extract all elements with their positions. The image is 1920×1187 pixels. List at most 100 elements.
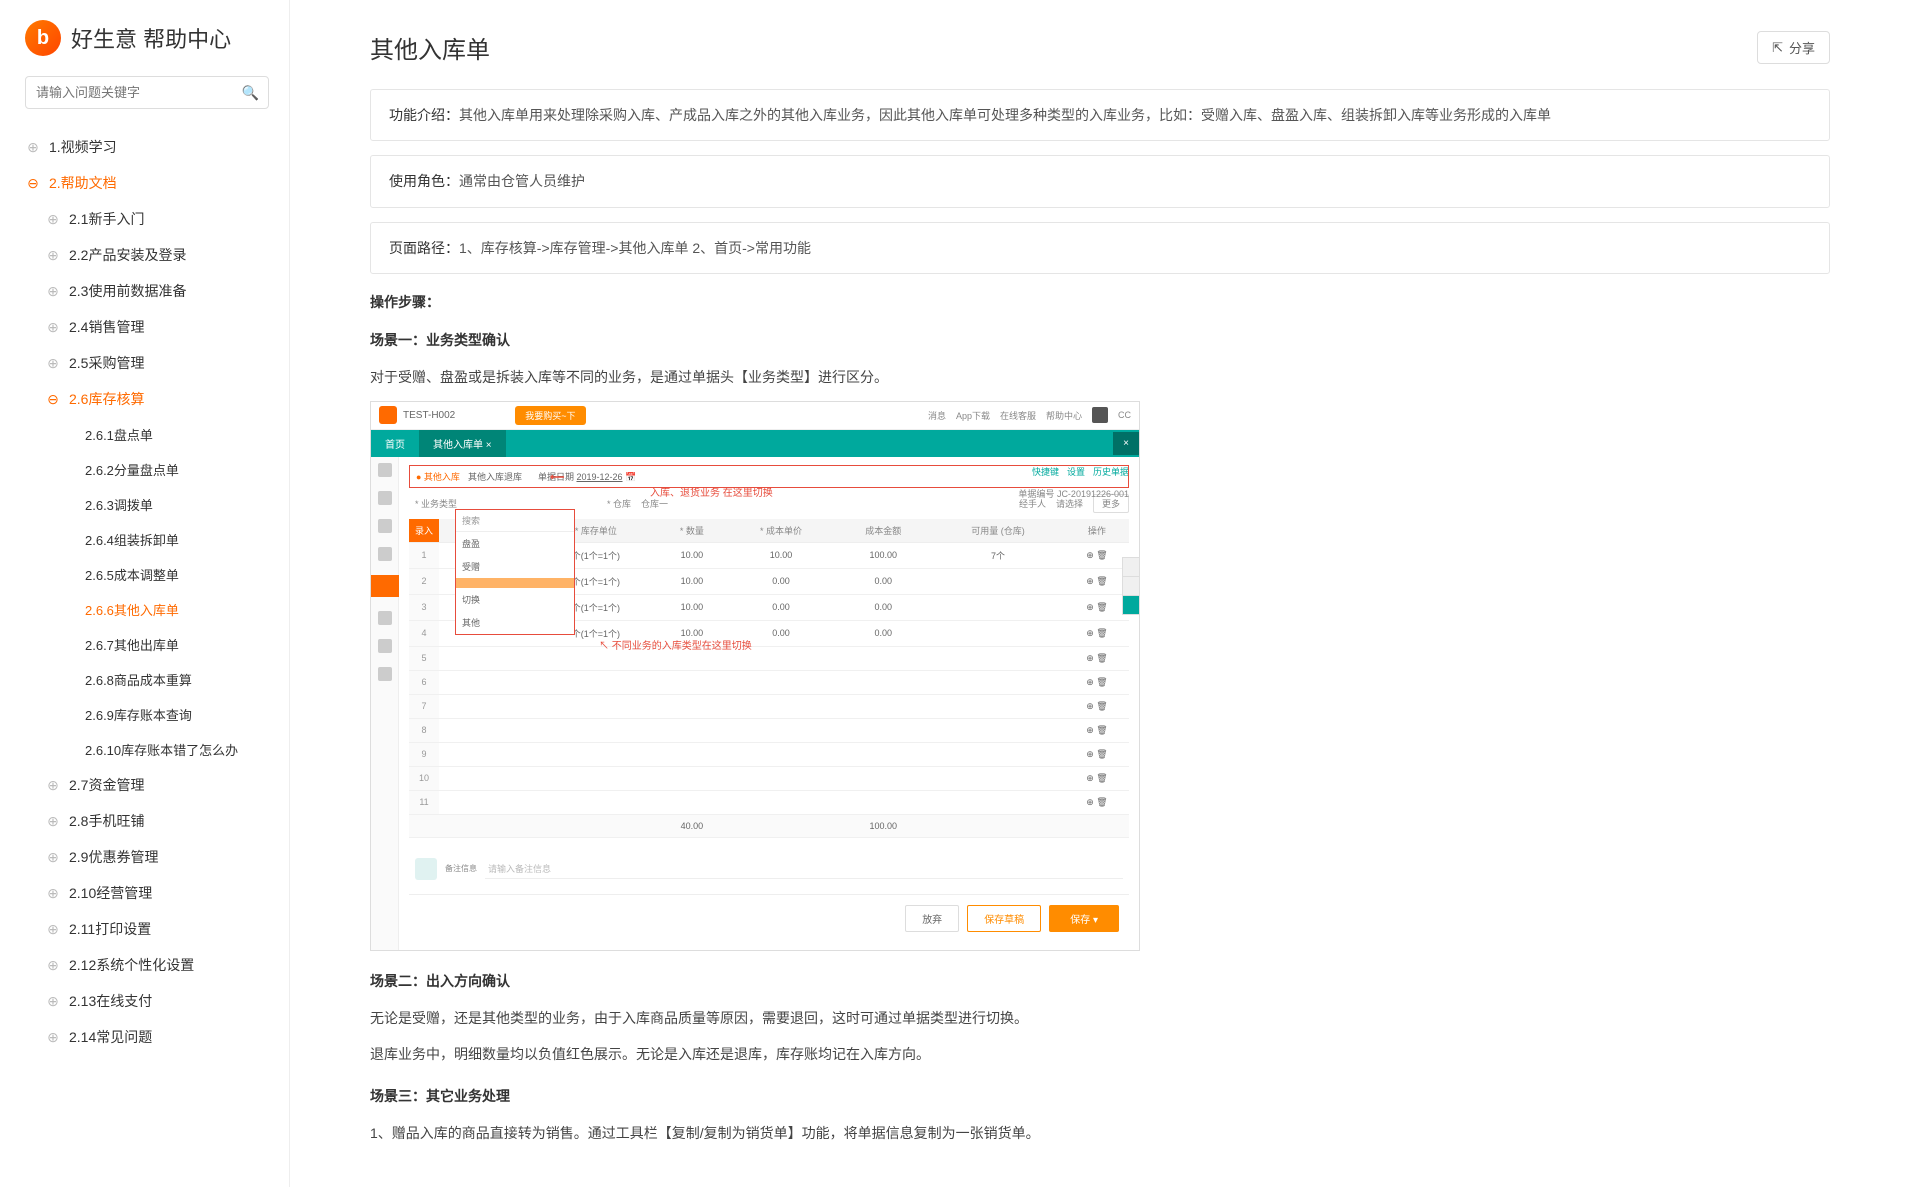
scene2-text2: 退库业务中，明细数量均以负值红色展示。无论是入库还是退库，库存账均记在入库方向。 xyxy=(370,1041,1830,1068)
table-row[interactable]: 10⊕ 🗑 xyxy=(409,766,1129,790)
nav-docs[interactable]: ⊖2.帮助文档 xyxy=(25,165,269,201)
nav-label: 2.9优惠券管理 xyxy=(69,847,158,867)
table-row[interactable]: 11⊕ 🗑 xyxy=(409,790,1129,814)
nav-2-3[interactable]: ⊕2.3使用前数据准备 xyxy=(45,273,269,309)
ss-tool-icon[interactable] xyxy=(1122,595,1140,615)
ss-nav-icon[interactable] xyxy=(378,463,392,477)
nav-label: 2.5采购管理 xyxy=(69,353,144,373)
plus-icon: ⊕ xyxy=(45,957,61,973)
nav-2-9[interactable]: ⊕2.9优惠券管理 xyxy=(45,839,269,875)
scene3-text: 1、赠品入库的商品直接转为销售。通过工具栏【复制/复制为销货单】功能，将单据信息… xyxy=(370,1120,1830,1147)
ss-buy-button[interactable]: 我要购买~下 xyxy=(515,406,585,425)
plus-icon: ⊕ xyxy=(45,1029,61,1045)
ss-dd-item[interactable]: 盘盈 xyxy=(456,532,574,555)
table-sum-row: 40.00100.00 xyxy=(409,814,1129,837)
ss-tab-current[interactable]: 其他入库单 × xyxy=(419,430,506,457)
intro-box: 功能介绍：其他入库单用来处理除采购入库、产成品入库之外的其他入库业务，因此其他入… xyxy=(370,89,1830,141)
nav-2-6-3[interactable]: 2.6.3调拨单 xyxy=(85,487,269,522)
nav-2-6-5[interactable]: 2.6.5成本调整单 xyxy=(85,557,269,592)
ss-avatar-icon[interactable] xyxy=(1092,407,1108,423)
nav-label: 2.8手机旺铺 xyxy=(69,811,144,831)
ss-top-links: 消息 App下载 在线客服 帮助中心 CC xyxy=(928,407,1131,423)
plus-icon: ⊕ xyxy=(45,813,61,829)
search-icon[interactable]: 🔍 xyxy=(242,84,259,101)
minus-icon: ⊖ xyxy=(25,175,41,191)
nav-2-6-9[interactable]: 2.6.9库存账本查询 xyxy=(85,697,269,732)
ss-link-service[interactable]: 在线客服 xyxy=(1000,409,1036,422)
ss-nav-icon-active[interactable] xyxy=(371,575,399,597)
nav-2-6-10[interactable]: 2.6.10库存账本错了怎么办 xyxy=(85,732,269,767)
th: 录入 xyxy=(409,519,439,543)
nav-2-7[interactable]: ⊕2.7资金管理 xyxy=(45,767,269,803)
ss-nav-icon[interactable] xyxy=(378,611,392,625)
nav-video[interactable]: ⊕1.视频学习 xyxy=(25,129,269,165)
ss-link-msg[interactable]: 消息 xyxy=(928,409,946,422)
table-row[interactable]: 6⊕ 🗑 xyxy=(409,670,1129,694)
nav-2-6-1[interactable]: 2.6.1盘点单 xyxy=(85,417,269,452)
ss-nav-icon[interactable] xyxy=(378,547,392,561)
ss-nav-icon[interactable] xyxy=(378,639,392,653)
nav-2-14[interactable]: ⊕2.14常见问题 xyxy=(45,1019,269,1055)
nav-label: 2.2产品安装及登录 xyxy=(69,245,186,265)
ss-radio-return[interactable]: 其他入库退库 xyxy=(468,470,522,483)
ss-draft-button[interactable]: 保存草稿 xyxy=(967,905,1041,932)
nav-2-2[interactable]: ⊕2.2产品安装及登录 xyxy=(45,237,269,273)
nav-label: 2.4销售管理 xyxy=(69,317,144,337)
ss-remark-input[interactable]: 请输入备注信息 xyxy=(485,859,1123,879)
nav-2-6-6[interactable]: 2.6.6其他入库单 xyxy=(85,592,269,627)
ss-tool-icon[interactable] xyxy=(1122,576,1140,596)
ss-tab-home[interactable]: 首页 xyxy=(371,430,419,457)
ss-cancel-button[interactable]: 放弃 xyxy=(905,905,959,932)
nav-2-10[interactable]: ⊕2.10经营管理 xyxy=(45,875,269,911)
ss-tool-icon[interactable] xyxy=(1122,557,1140,577)
nav-label: 2.6.2分量盘点单 xyxy=(85,460,179,479)
nav-label: 2.6.9库存账本查询 xyxy=(85,705,192,724)
ss-nav-icon[interactable] xyxy=(378,667,392,681)
scene2-text1: 无论是受赠，还是其他类型的业务，由于入库商品质量等原因，需要退回，这时可通过单据… xyxy=(370,1005,1830,1032)
ss-dd-item[interactable]: 其他 xyxy=(456,611,574,634)
table-row[interactable]: 5⊕ 🗑 xyxy=(409,646,1129,670)
share-label: 分享 xyxy=(1789,38,1815,57)
nav-label: 2.13在线支付 xyxy=(69,991,152,1011)
ss-link-help[interactable]: 帮助中心 xyxy=(1046,409,1082,422)
nav-2-6-7[interactable]: 2.6.7其他出库单 xyxy=(85,627,269,662)
table-row[interactable]: 9⊕ 🗑 xyxy=(409,742,1129,766)
ss-date-value[interactable]: 2019-12-26 xyxy=(576,472,622,482)
ss-footer: 放弃 保存草稿 保存 ▾ xyxy=(409,894,1129,942)
ss-dd-item[interactable]: 切换 xyxy=(456,588,574,611)
table-row[interactable]: 7⊕ 🗑 xyxy=(409,694,1129,718)
nav-2-12[interactable]: ⊕2.12系统个性化设置 xyxy=(45,947,269,983)
ss-biztype-label: * 业务类型 xyxy=(415,497,457,510)
share-button[interactable]: ⇱ 分享 xyxy=(1757,31,1830,64)
ss-nav-icon[interactable] xyxy=(378,491,392,505)
nav-2-6-4[interactable]: 2.6.4组装拆卸单 xyxy=(85,522,269,557)
nav-label: 2.6.4组装拆卸单 xyxy=(85,530,179,549)
search-input[interactable] xyxy=(25,76,269,109)
nav-2-4[interactable]: ⊕ 2.4销售管理 xyxy=(45,309,269,345)
ss-tab-close-icon[interactable]: × xyxy=(1113,432,1139,455)
ss-dd-item-active[interactable] xyxy=(456,578,574,588)
ss-biztype-dropdown[interactable]: 搜索 盘盈 受赠 切换 其他 xyxy=(455,509,575,635)
nav-2-11[interactable]: ⊕2.11打印设置 xyxy=(45,911,269,947)
nav-2-8[interactable]: ⊕ 2.8手机旺铺 xyxy=(45,803,269,839)
nav-2-13[interactable]: ⊕2.13在线支付 xyxy=(45,983,269,1019)
th: 可用量 (仓库) xyxy=(931,519,1065,543)
nav-label: 2.6.3调拨单 xyxy=(85,495,153,514)
ss-radio-in[interactable]: ● 其他入库 xyxy=(416,470,460,483)
intro-text: 其他入库单用来处理除采购入库、产成品入库之外的其他入库业务，因此其他入库单可处理… xyxy=(459,107,1551,123)
ss-nav-icon[interactable] xyxy=(378,519,392,533)
nav-2-6-8[interactable]: 2.6.8商品成本重算 xyxy=(85,662,269,697)
ss-save-button[interactable]: 保存 ▾ xyxy=(1049,905,1119,932)
share-icon: ⇱ xyxy=(1772,40,1783,56)
table-row[interactable]: 8⊕ 🗑 xyxy=(409,718,1129,742)
plus-icon: ⊕ xyxy=(45,319,61,335)
ss-dd-search[interactable]: 搜索 xyxy=(456,510,574,532)
nav-2-1[interactable]: ⊕2.1新手入门 xyxy=(45,201,269,237)
main-header: 其他入库单 ⇱分享 xyxy=(370,30,1830,65)
plus-icon: ⊕ xyxy=(45,885,61,901)
ss-link-app[interactable]: App下载 xyxy=(956,409,990,422)
nav-2-6-2[interactable]: 2.6.2分量盘点单 xyxy=(85,452,269,487)
nav-2-6[interactable]: ⊖2.6库存核算 xyxy=(45,381,269,417)
nav-2-5[interactable]: ⊕2.5采购管理 xyxy=(45,345,269,381)
ss-dd-item[interactable]: 受赠 xyxy=(456,555,574,578)
